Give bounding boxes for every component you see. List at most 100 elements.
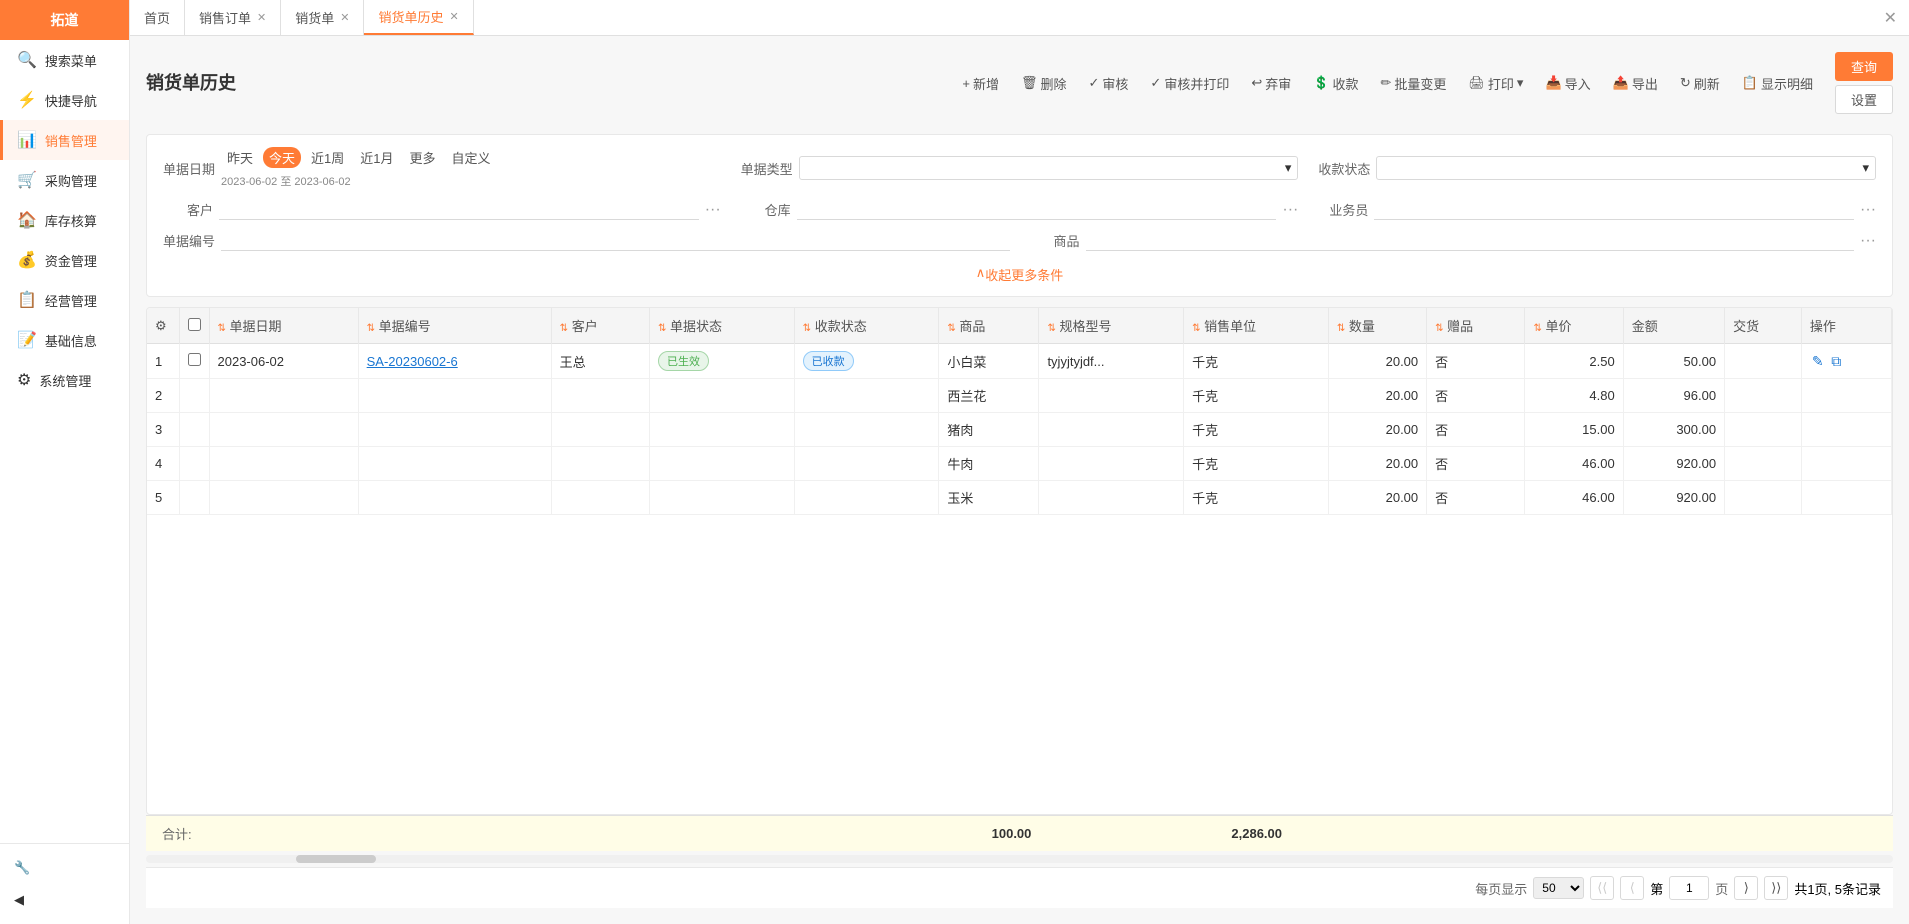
pagination: 每页显示 50 100 200 ⟨⟨ ⟨ 第 页 ⟩ ⟩⟩ 共1页, 5条记录 [146,867,1893,908]
cell-doc-no[interactable] [358,413,551,447]
pay-status-badge: 已收款 [803,351,854,371]
sidebar-item-operations[interactable]: 📋 经营管理 [0,280,129,320]
salesperson-dots[interactable]: ··· [1860,201,1876,219]
cell-spec: tyjyjtyjdf... [1039,344,1184,379]
col-spec[interactable]: ⇅ 规格型号 [1039,308,1184,344]
close-all-tabs[interactable]: ✕ [1872,8,1909,28]
setting-button[interactable]: 设置 [1835,85,1893,114]
col-price[interactable]: ⇅ 单价 [1525,308,1623,344]
customer-dots[interactable]: ··· [705,201,721,219]
delete-button[interactable]: 🗑 删除 [1013,70,1075,97]
page-size-select[interactable]: 50 100 200 [1533,877,1584,899]
sidebar-collapse[interactable]: ◀ [0,884,129,916]
col-pay-status[interactable]: ⇅ 收款状态 [794,308,939,344]
copy-action-btn[interactable]: ⧉ [1831,353,1841,369]
tab-home[interactable]: 首页 [130,0,185,35]
row-checkbox[interactable] [188,353,201,366]
date-tab-custom[interactable]: 自定义 [446,147,497,168]
sidebar-item-purchase[interactable]: 🛒 采购管理 [0,160,129,200]
col-unit[interactable]: ⇅ 销售单位 [1184,308,1329,344]
import-button[interactable]: 📥 导入 [1537,70,1598,97]
filter-doc-no: 单据编号 [163,230,1010,251]
collect-button[interactable]: 💲 收款 [1305,70,1366,97]
cell-amount: 96.00 [1623,379,1724,413]
table-settings-icon[interactable]: ⚙ [155,318,167,333]
sidebar-item-sales[interactable]: 📊 销售管理 [0,120,129,160]
first-page-btn[interactable]: ⟨⟨ [1590,876,1614,900]
col-doc-date[interactable]: ⇅ 单据日期 [209,308,358,344]
col-goods[interactable]: ⇅ 商品 [939,308,1039,344]
salesperson-input[interactable] [1374,199,1854,220]
page-title: 销货单历史 [146,69,236,95]
col-doc-no[interactable]: ⇅ 单据编号 [358,308,551,344]
audit-button[interactable]: ✓ 审核 [1081,70,1137,97]
export-button[interactable]: 📤 导出 [1605,70,1666,97]
date-tab-month[interactable]: 近1月 [354,147,399,168]
tab-sales-history[interactable]: 销货单历史 ✕ [364,0,473,35]
last-page-btn[interactable]: ⟩⟩ [1764,876,1788,900]
cell-doc-no[interactable] [358,379,551,413]
date-tab-week[interactable]: 近1周 [305,147,350,168]
cell-spec [1039,481,1184,515]
batch-change-button[interactable]: ✏ 批量变更 [1372,70,1454,97]
cell-checkbox[interactable] [179,481,209,515]
sidebar-bottom-settings[interactable]: 🔧 [0,852,129,884]
close-sales-history-tab[interactable]: ✕ [450,10,459,23]
search-icon: 🔍 [17,50,37,70]
prev-page-btn[interactable]: ⟨ [1620,876,1644,900]
cell-checkbox[interactable] [179,413,209,447]
horizontal-scrollbar[interactable] [146,855,1893,863]
cell-doc-no[interactable]: SA-20230602-6 [358,344,551,379]
close-sales-goods-tab[interactable]: ✕ [340,11,349,24]
sidebar-item-basic-info[interactable]: 📝 基础信息 [0,320,129,360]
cell-doc-no[interactable] [358,447,551,481]
warehouse-input[interactable] [797,199,1277,220]
show-detail-button[interactable]: 📋 显示明细 [1734,70,1821,97]
col-qty[interactable]: ⇅ 数量 [1328,308,1426,344]
cell-checkbox[interactable] [179,344,209,379]
close-sales-order-tab[interactable]: ✕ [257,11,266,24]
date-tab-today[interactable]: 今天 [263,147,301,168]
new-button[interactable]: + 新增 [954,70,1007,97]
date-tab-more[interactable]: 更多 [404,147,442,168]
col-customer[interactable]: ⇅ 客户 [551,308,649,344]
audit-print-button[interactable]: ✓ 审核并打印 [1142,70,1237,97]
col-gift[interactable]: ⇅ 赠品 [1427,308,1525,344]
sidebar-item-label: 库存核算 [45,211,97,230]
query-button[interactable]: 查询 [1835,52,1893,81]
filter-collapse[interactable]: ∧ 收起更多条件 [163,261,1876,284]
refresh-button[interactable]: ↻ 刷新 [1672,70,1728,97]
scrollbar-thumb[interactable] [296,855,376,863]
sidebar-item-quick-nav[interactable]: ⚡ 快捷导航 [0,80,129,120]
system-icon: ⚙ [17,370,31,390]
abandon-button[interactable]: ↩ 弃审 [1243,70,1299,97]
sidebar-item-finance[interactable]: 💰 资金管理 [0,240,129,280]
date-tab-yesterday[interactable]: 昨天 [221,147,259,168]
edit-action-btn[interactable]: ✎ [1812,353,1824,369]
cell-index: 1 [147,344,179,379]
doc-no-link[interactable]: SA-20230602-6 [367,354,458,369]
cell-doc-status [649,447,794,481]
doc-no-input[interactable] [221,230,1009,251]
goods-input[interactable] [1086,230,1855,251]
collect-status-select[interactable]: ▾ [1376,156,1876,180]
warehouse-dots[interactable]: ··· [1282,201,1298,219]
col-settings[interactable]: ⚙ [147,308,179,344]
doc-type-select[interactable]: ▾ [799,156,1299,180]
cell-doc-status [649,379,794,413]
next-page-btn[interactable]: ⟩ [1734,876,1758,900]
select-all-checkbox[interactable] [188,318,201,331]
customer-input[interactable] [219,199,699,220]
cell-checkbox[interactable] [179,447,209,481]
col-doc-status[interactable]: ⇅ 单据状态 [649,308,794,344]
goods-dots[interactable]: ··· [1860,232,1876,250]
print-button[interactable]: 🖨 打印 ▾ [1460,70,1531,97]
tab-sales-order[interactable]: 销售订单 ✕ [185,0,281,35]
tab-sales-goods[interactable]: 销货单 ✕ [281,0,364,35]
cell-checkbox[interactable] [179,379,209,413]
sidebar-item-search[interactable]: 🔍 搜索菜单 [0,40,129,80]
sidebar-item-system[interactable]: ⚙ 系统管理 [0,360,129,400]
cell-doc-no[interactable] [358,481,551,515]
sidebar-item-inventory[interactable]: 🏠 库存核算 [0,200,129,240]
page-input[interactable] [1669,876,1709,900]
